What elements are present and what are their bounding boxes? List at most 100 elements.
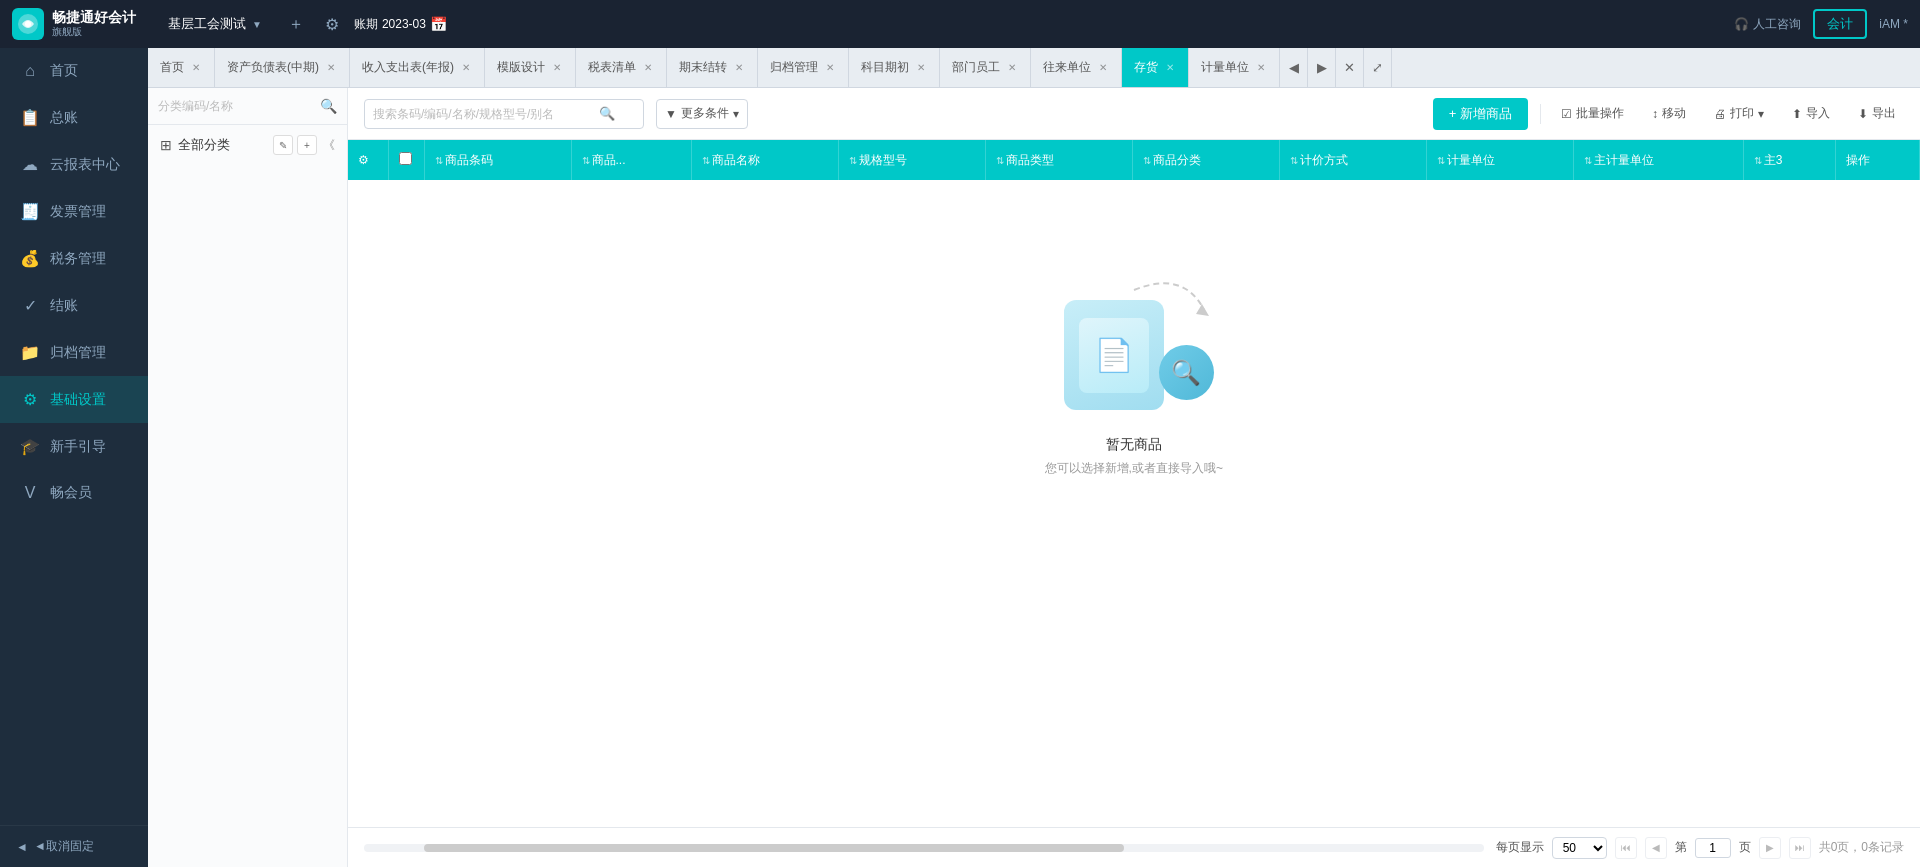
next-page-button[interactable]: ▶	[1759, 837, 1781, 859]
tab-income-close-icon[interactable]: ✕	[460, 61, 472, 74]
prev-page-button[interactable]: ◀	[1645, 837, 1667, 859]
settings-button[interactable]: ⚙	[318, 10, 346, 38]
col-checkbox[interactable]	[388, 140, 424, 180]
col-barcode[interactable]: ⇅商品条码	[424, 140, 571, 180]
import-btn[interactable]: ⬆ 导入	[1784, 99, 1838, 129]
tab-department-label: 部门员工	[952, 59, 1000, 76]
sidebar-item-basic-settings[interactable]: ⚙ 基础设置	[0, 376, 148, 423]
sidebar-item-cloud-reports[interactable]: ☁ 云报表中心	[0, 141, 148, 188]
export-label: 导出	[1872, 105, 1896, 122]
sidebar: ⌂ 首页 📋 总账 ☁ 云报表中心 🧾 发票管理 💰 税务管理 ✓ 结账 📁 归…	[0, 48, 148, 867]
col-type[interactable]: ⇅商品类型	[986, 140, 1133, 180]
page-content: 🔍 ⊞ 全部分类 ✎ + 《 🔍	[148, 88, 1920, 867]
toolbar-divider-1	[1540, 104, 1541, 124]
page-size-select[interactable]: 10 20 50 100	[1552, 837, 1607, 859]
period-label: 账期	[354, 16, 378, 33]
batch-operation-btn[interactable]: ☑ 批量操作	[1553, 99, 1632, 129]
table-body: 📄 🔍 暂无商品 您可以选择新增,或者直接导入哦~	[348, 180, 1920, 557]
toolbar-search-input[interactable]	[373, 107, 593, 121]
tab-bar: 首页 ✕ 资产负债表(中期) ✕ 收入支出表(年报) ✕ 模版设计 ✕ 税表清单…	[148, 48, 1920, 88]
human-service-label: 人工咨询	[1753, 16, 1801, 33]
tab-counterpart-close-icon[interactable]: ✕	[1097, 61, 1109, 74]
category-edit-btn[interactable]: ✎	[273, 135, 293, 155]
tab-subject-init[interactable]: 科目期初 ✕	[849, 48, 940, 88]
add-tab-button[interactable]: ＋	[282, 10, 310, 38]
tab-archive-mgmt[interactable]: 归档管理 ✕	[758, 48, 849, 88]
sidebar-item-home[interactable]: ⌂ 首页	[0, 48, 148, 94]
print-label: 打印	[1730, 105, 1754, 122]
collapse-icon[interactable]: 《	[323, 137, 335, 154]
tab-tax-list-close-icon[interactable]: ✕	[642, 61, 654, 74]
tab-home[interactable]: 首页 ✕	[148, 48, 215, 88]
print-btn[interactable]: 🖨 打印 ▾	[1706, 99, 1772, 129]
tab-counterpart[interactable]: 往来单位 ✕	[1031, 48, 1122, 88]
export-btn[interactable]: ⬇ 导出	[1850, 99, 1904, 129]
col-main-unit[interactable]: ⇅主计量单位	[1574, 140, 1743, 180]
tab-department[interactable]: 部门员工 ✕	[940, 48, 1031, 88]
more-conditions-btn[interactable]: ▼ 更多条件 ▾	[656, 99, 748, 129]
col-settings[interactable]: ⚙	[348, 140, 388, 180]
col-price-method[interactable]: ⇅计价方式	[1280, 140, 1427, 180]
last-page-button[interactable]: ⏭	[1789, 837, 1811, 859]
content-area: 首页 ✕ 资产负债表(中期) ✕ 收入支出表(年报) ✕ 模版设计 ✕ 税表清单…	[148, 48, 1920, 867]
home-icon: ⌂	[20, 62, 40, 80]
add-product-button[interactable]: + 新增商品	[1433, 98, 1528, 130]
col-unit[interactable]: ⇅计量单位	[1427, 140, 1574, 180]
col-spec[interactable]: ⇅规格型号	[839, 140, 986, 180]
tab-expand-button[interactable]: ⤢	[1364, 48, 1392, 88]
col-extra[interactable]: ⇅主3	[1743, 140, 1835, 180]
tab-period-transfer[interactable]: 期末结转 ✕	[667, 48, 758, 88]
tab-tax-list[interactable]: 税表清单 ✕	[576, 48, 667, 88]
category-search-icon[interactable]: 🔍	[320, 98, 337, 114]
col-name[interactable]: ⇅商品名称	[692, 140, 839, 180]
page-no-word: 第	[1675, 839, 1687, 856]
period-badge: 账期 2023-03 📅	[354, 16, 447, 33]
tab-unit[interactable]: 计量单位 ✕	[1189, 48, 1280, 88]
first-page-button[interactable]: ⏮	[1615, 837, 1637, 859]
tab-balance-close-icon[interactable]: ✕	[325, 61, 337, 74]
table-header-row: ⚙ ⇅商品条码 ⇅商品... ⇅商品名称 ⇅规格型号 ⇅商品类型 ⇅商品分类	[348, 140, 1920, 180]
col-code[interactable]: ⇅商品...	[571, 140, 692, 180]
human-service-btn[interactable]: 🎧 人工咨询	[1734, 16, 1801, 33]
invoice-icon: 🧾	[20, 202, 40, 221]
tab-department-close-icon[interactable]: ✕	[1006, 61, 1018, 74]
tab-unit-close-icon[interactable]: ✕	[1255, 61, 1267, 74]
calendar-icon[interactable]: 📅	[430, 16, 447, 32]
tab-inventory[interactable]: 存货 ✕	[1122, 48, 1189, 88]
sidebar-item-tax[interactable]: 💰 税务管理	[0, 235, 148, 282]
horizontal-scrollbar[interactable]	[364, 844, 1484, 852]
tab-next-button[interactable]: ▶	[1308, 48, 1336, 88]
sidebar-unpin-btn[interactable]: ◄ ◄取消固定	[0, 825, 148, 867]
tab-period-close-icon[interactable]: ✕	[733, 61, 745, 74]
scrollbar-thumb[interactable]	[424, 844, 1124, 852]
sidebar-item-guide[interactable]: 🎓 新手引导	[0, 423, 148, 470]
sidebar-item-archive[interactable]: 📁 归档管理	[0, 329, 148, 376]
tab-prev-button[interactable]: ◀	[1280, 48, 1308, 88]
tab-inventory-close-icon[interactable]: ✕	[1164, 61, 1176, 74]
sidebar-item-ledger[interactable]: 📋 总账	[0, 94, 148, 141]
select-all-checkbox[interactable]	[399, 152, 412, 165]
col-category[interactable]: ⇅商品分类	[1133, 140, 1280, 180]
total-count: 共0页，0条记录	[1819, 839, 1904, 856]
move-btn[interactable]: ↕ 移动	[1644, 99, 1694, 129]
filter-icon: ▼	[665, 107, 677, 121]
category-all-header[interactable]: ⊞ 全部分类 ✎ + 《	[148, 125, 347, 165]
category-add-btn[interactable]: +	[297, 135, 317, 155]
tab-balance-sheet[interactable]: 资产负债表(中期) ✕	[215, 48, 350, 88]
company-selector[interactable]: 基层工会测试 ▼	[160, 11, 270, 37]
tab-archive-close-icon[interactable]: ✕	[824, 61, 836, 74]
category-search-input[interactable]	[158, 99, 320, 113]
toolbar-search-icon[interactable]: 🔍	[599, 106, 615, 121]
sidebar-item-closing[interactable]: ✓ 结账	[0, 282, 148, 329]
tab-close-all-button[interactable]: ✕	[1336, 48, 1364, 88]
sidebar-item-member[interactable]: V 畅会员	[0, 470, 148, 516]
batch-label: 批量操作	[1576, 105, 1624, 122]
tab-template-close-icon[interactable]: ✕	[551, 61, 563, 74]
page-number-input[interactable]	[1695, 838, 1731, 858]
tab-template[interactable]: 模版设计 ✕	[485, 48, 576, 88]
sidebar-item-invoice[interactable]: 🧾 发票管理	[0, 188, 148, 235]
tab-home-close-icon[interactable]: ✕	[190, 61, 202, 74]
tab-subject-close-icon[interactable]: ✕	[915, 61, 927, 74]
tab-income[interactable]: 收入支出表(年报) ✕	[350, 48, 485, 88]
accounting-button[interactable]: 会计	[1813, 9, 1867, 39]
